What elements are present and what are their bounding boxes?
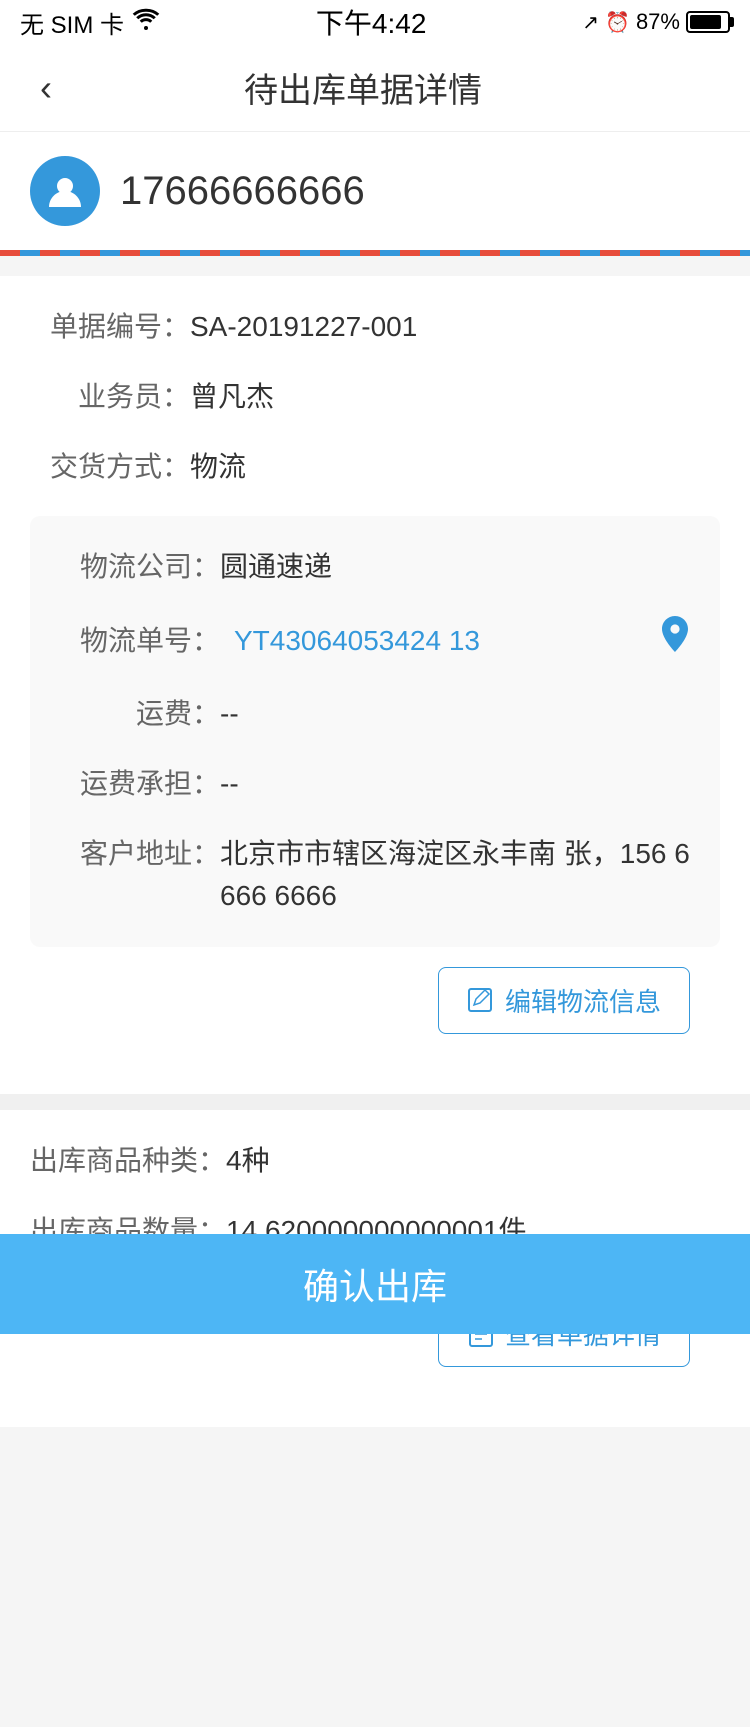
freight-row: 运费： -- — [60, 693, 690, 735]
location-pin-icon[interactable] — [660, 616, 690, 665]
goods-type-label: 出库商品种类： — [30, 1140, 226, 1182]
delivery-value: 物流 — [190, 446, 720, 488]
logistics-company-row: 物流公司： 圆通速递 — [60, 546, 690, 588]
status-bar: 无 SIM 卡 下午4:42 ↗ ⏰ 87% — [0, 0, 750, 44]
freight-bear-row: 运费承担： -- — [60, 763, 690, 805]
edit-logistics-container: 编辑物流信息 — [30, 947, 720, 1064]
freight-value: -- — [220, 693, 690, 735]
goods-type-value: 4种 — [226, 1140, 720, 1182]
edit-icon — [467, 987, 495, 1015]
freight-bear-label: 运费承担： — [60, 763, 220, 805]
order-info-section: 单据编号： SA-20191227-001 业务员： 曾凡杰 交货方式： 物流 … — [0, 276, 750, 1094]
order-no-value: SA-20191227-001 — [190, 306, 720, 348]
address-row: 客户地址： 北京市市辖区海淀区永丰南 张，156 6666 6666 — [60, 833, 690, 917]
edit-logistics-label: 编辑物流信息 — [505, 982, 661, 1019]
battery-icon — [686, 11, 730, 33]
status-left: 无 SIM 卡 — [20, 5, 160, 40]
tracking-row: 物流单号： YT43064053424 13 — [60, 616, 690, 665]
tracking-value: YT43064053424 13 — [234, 620, 646, 662]
edit-logistics-button[interactable]: 编辑物流信息 — [438, 967, 690, 1034]
page-title: 待出库单据详情 — [62, 63, 664, 112]
page-spacer — [0, 1427, 750, 1627]
goods-type-row: 出库商品种类： 4种 — [30, 1140, 720, 1182]
customer-phone: 17666666666 — [120, 169, 365, 214]
confirm-label: 确认出库 — [303, 1258, 447, 1310]
nav-bar: ‹ 待出库单据详情 — [0, 44, 750, 132]
freight-bear-value: -- — [220, 763, 690, 805]
customer-header: 17666666666 — [0, 132, 750, 250]
freight-label: 运费： — [60, 693, 220, 735]
salesperson-value: 曾凡杰 — [190, 376, 720, 418]
address-value: 北京市市辖区海淀区永丰南 张，156 6666 6666 — [220, 833, 690, 917]
battery-pct: 87% — [636, 9, 680, 35]
back-button[interactable]: ‹ — [30, 57, 62, 119]
carrier-label: 无 SIM 卡 — [20, 5, 124, 40]
address-label: 客户地址： — [60, 833, 220, 875]
delivery-label: 交货方式： — [30, 446, 190, 488]
logistics-company-value: 圆通速递 — [220, 546, 690, 588]
order-no-label: 单据编号： — [30, 306, 190, 348]
main-content: 17666666666 单据编号： SA-20191227-001 业务员： 曾… — [0, 132, 750, 1727]
delivery-row: 交货方式： 物流 — [30, 446, 720, 488]
wifi-icon — [132, 8, 160, 37]
logistics-company-label: 物流公司： — [60, 546, 220, 588]
grey-divider — [0, 1094, 750, 1110]
status-time: 下午4:42 — [316, 2, 427, 42]
battery-fill — [690, 15, 721, 29]
location-icon: ↗ — [582, 10, 599, 35]
status-right: ↗ ⏰ 87% — [582, 9, 730, 35]
tracking-label: 物流单号： — [60, 620, 220, 662]
alarm-icon: ⏰ — [605, 10, 630, 35]
dashed-divider — [0, 250, 750, 256]
order-no-row: 单据编号： SA-20191227-001 — [30, 306, 720, 348]
logistics-card: 物流公司： 圆通速递 物流单号： YT43064053424 13 运费： --… — [30, 516, 720, 947]
confirm-bar[interactable]: 确认出库 — [0, 1234, 750, 1334]
salesperson-row: 业务员： 曾凡杰 — [30, 376, 720, 418]
avatar — [30, 156, 100, 226]
salesperson-label: 业务员： — [30, 376, 190, 418]
